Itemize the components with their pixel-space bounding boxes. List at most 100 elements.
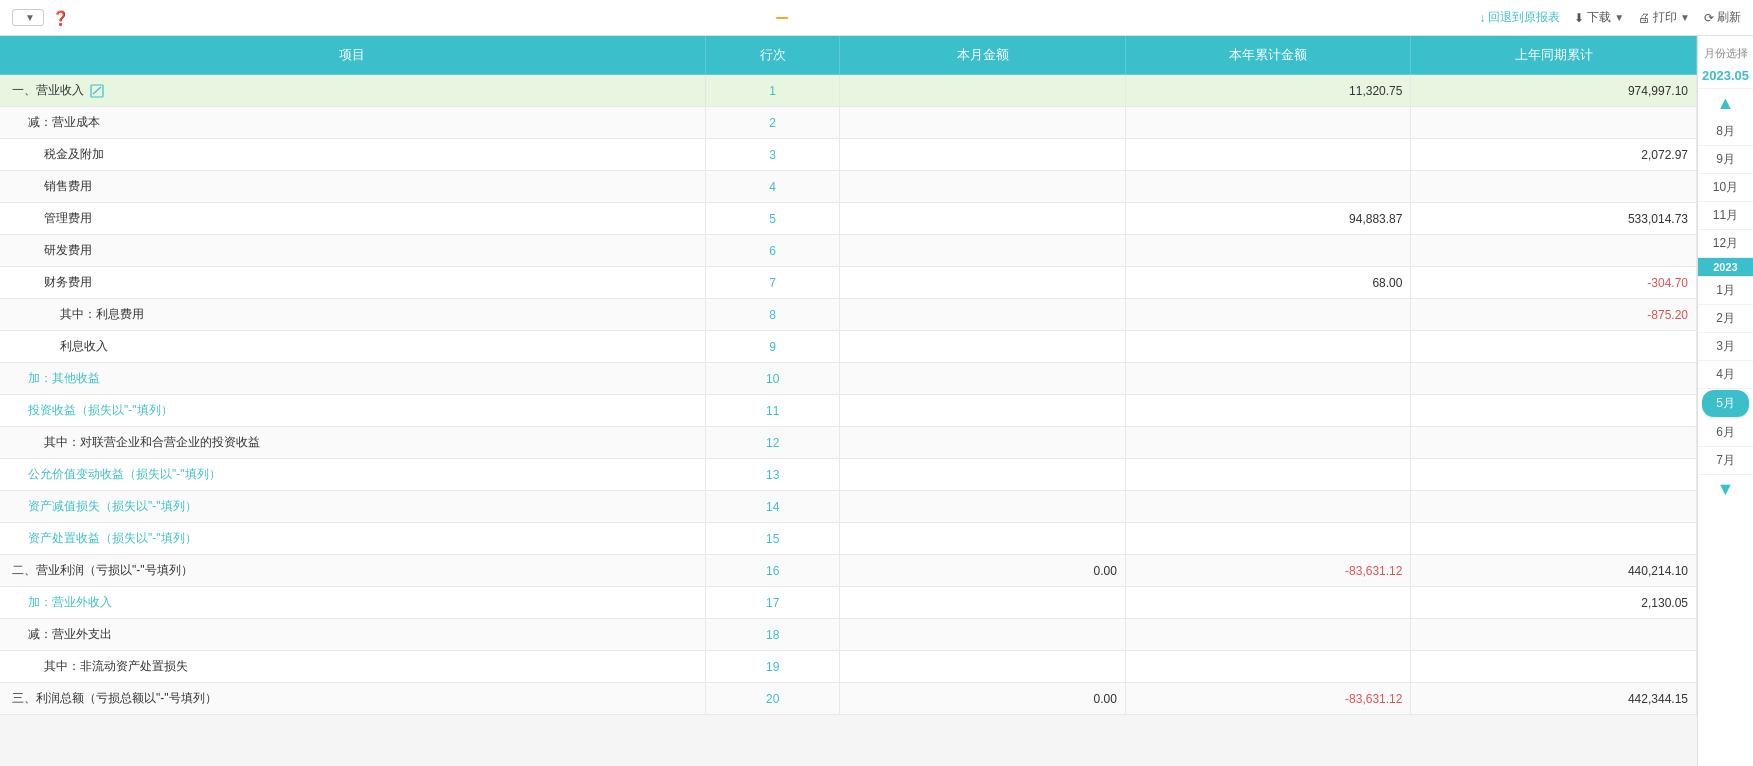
cell-month-amount [840,363,1126,395]
cell-row-number: 6 [705,235,839,267]
cell-name[interactable]: 公允价值变动收益（损失以"-"填列） [0,459,705,491]
table-row: 减：营业外支出18 [0,619,1697,651]
table-container: 项目 行次 本月金额 本年累计金额 上年同期累计 一、营业收入111,320.7… [0,36,1697,715]
table-row: 税金及附加32,072.97 [0,139,1697,171]
cell-ytd-amount [1125,107,1411,139]
table-row: 三、利润总额（亏损总额以"-"号填列）200.00-83,631.12442,3… [0,683,1697,715]
cell-month-amount [840,523,1126,555]
download-arrow-icon: ▼ [1614,12,1624,23]
table-row: 一、营业收入111,320.75974,997.10 [0,75,1697,107]
print-button[interactable]: 🖨 打印 ▼ [1638,9,1690,26]
cell-prior-amount [1411,427,1697,459]
dropdown-arrow-icon: ▼ [25,12,35,23]
cell-prior-amount [1411,523,1697,555]
cell-row-number: 1 [705,75,839,107]
cell-name[interactable]: 资产处置收益（损失以"-"填列） [0,523,705,555]
cell-ytd-amount [1125,299,1411,331]
cell-ytd-amount [1125,619,1411,651]
month-9[interactable]: 9月 [1698,146,1753,174]
cell-name: 财务费用 [0,267,705,299]
cell-prior-amount: 442,344.15 [1411,683,1697,715]
table-row: 二、营业利润（亏损以"-"号填列）160.00-83,631.12440,214… [0,555,1697,587]
month-7[interactable]: 7月 [1698,447,1753,475]
cell-prior-amount: -304.70 [1411,267,1697,299]
cell-ytd-amount [1125,331,1411,363]
year-2023-label: 2023 [1698,258,1753,277]
table-row: 管理费用594,883.87533,014.73 [0,203,1697,235]
cell-ytd-amount [1125,235,1411,267]
status-badge [776,17,788,19]
month-5-current[interactable]: 5月 [1702,390,1749,418]
download-button[interactable]: ⬇ 下载 ▼ [1574,9,1624,26]
category-dropdown[interactable]: ▼ [12,9,44,26]
table-row: 投资收益（损失以"-"填列）11 [0,395,1697,427]
right-sidebar: 月份选择 2023.05 ▲ 8月 9月 10月 11月 12月 2023 1月… [1697,36,1753,766]
month-3[interactable]: 3月 [1698,333,1753,361]
col-header-row: 行次 [705,36,839,75]
cell-row-number: 19 [705,651,839,683]
month-12[interactable]: 12月 [1698,230,1753,258]
month-2[interactable]: 2月 [1698,305,1753,333]
edit-icon[interactable] [90,84,104,98]
svg-line-1 [93,87,101,94]
cell-month-amount: 0.00 [840,555,1126,587]
month-1[interactable]: 1月 [1698,277,1753,305]
cell-prior-amount: 974,997.10 [1411,75,1697,107]
cell-month-amount [840,587,1126,619]
cell-name: 减：营业成本 [0,107,705,139]
cell-name: 利息收入 [0,331,705,363]
month-11[interactable]: 11月 [1698,202,1753,230]
sidebar-down-arrow[interactable]: ▼ [1713,475,1739,504]
cell-row-number: 9 [705,331,839,363]
cell-ytd-amount: 68.00 [1125,267,1411,299]
income-statement-table: 项目 行次 本月金额 本年累计金额 上年同期累计 一、营业收入111,320.7… [0,36,1697,715]
month-8[interactable]: 8月 [1698,118,1753,146]
cell-row-number: 18 [705,619,839,651]
top-bar-left: ▼ ❓ [12,9,69,26]
cell-name: 一、营业收入 [0,75,705,107]
cell-ytd-amount [1125,587,1411,619]
table-row: 其中：利息费用8-875.20 [0,299,1697,331]
print-icon: 🖨 [1638,11,1650,25]
cell-name[interactable]: 投资收益（损失以"-"填列） [0,395,705,427]
cell-prior-amount [1411,235,1697,267]
cell-row-number: 3 [705,139,839,171]
col-header-prior: 上年同期累计 [1411,36,1697,75]
cell-month-amount [840,75,1126,107]
cell-name: 管理费用 [0,203,705,235]
top-bar-center [760,17,788,19]
cell-prior-amount [1411,171,1697,203]
month-6[interactable]: 6月 [1698,419,1753,447]
cell-name: 其中：非流动资产处置损失 [0,651,705,683]
table-row: 其中：非流动资产处置损失19 [0,651,1697,683]
cell-prior-amount [1411,651,1697,683]
cell-month-amount [840,619,1126,651]
cell-name[interactable]: 加：其他收益 [0,363,705,395]
cell-month-amount [840,491,1126,523]
cell-name[interactable]: 加：营业外收入 [0,587,705,619]
table-row: 研发费用6 [0,235,1697,267]
cell-ytd-amount: 94,883.87 [1125,203,1411,235]
cell-ytd-amount: -83,631.12 [1125,555,1411,587]
cell-prior-amount [1411,619,1697,651]
table-row: 减：营业成本2 [0,107,1697,139]
refresh-button[interactable]: ⟳ 刷新 [1704,9,1741,26]
table-row: 其中：对联营企业和合营企业的投资收益12 [0,427,1697,459]
cell-prior-amount [1411,491,1697,523]
month-4[interactable]: 4月 [1698,361,1753,389]
cell-ytd-amount [1125,523,1411,555]
cell-row-number: 7 [705,267,839,299]
back-button[interactable]: ↓ 回退到原报表 [1479,9,1560,26]
month-10[interactable]: 10月 [1698,174,1753,202]
cell-name[interactable]: 资产减值损失（损失以"-"填列） [0,491,705,523]
table-row: 加：其他收益10 [0,363,1697,395]
cell-month-amount [840,395,1126,427]
cell-row-number: 11 [705,395,839,427]
back-icon: ↓ [1479,11,1485,25]
cell-ytd-amount [1125,459,1411,491]
cell-name: 其中：对联营企业和合营企业的投资收益 [0,427,705,459]
help-icon[interactable]: ❓ [52,10,69,26]
cell-ytd-amount [1125,139,1411,171]
sidebar-up-arrow[interactable]: ▲ [1713,89,1739,118]
cell-month-amount [840,459,1126,491]
